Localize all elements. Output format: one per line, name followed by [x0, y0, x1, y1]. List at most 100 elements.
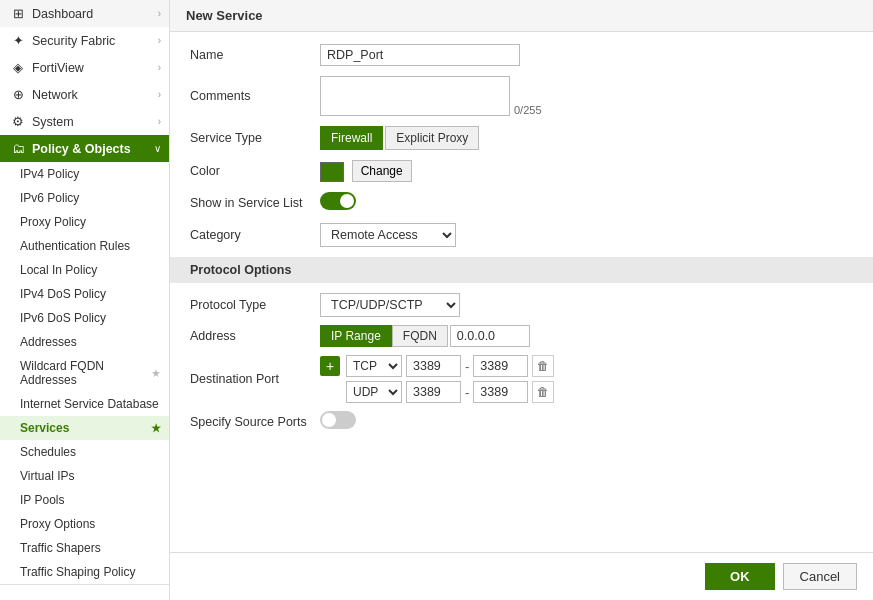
color-row: Color Change	[190, 160, 853, 182]
label: Wildcard FQDN Addresses	[20, 359, 151, 387]
protocol-type-row: Protocol Type TCP/UDP/SCTP	[190, 293, 853, 317]
sidebar-sub-item-traffic-shapers[interactable]: Traffic Shapers	[0, 536, 169, 560]
new-service-dialog: New Service Name Comments 0/255 Service	[170, 0, 873, 600]
ip-address-input[interactable]	[450, 325, 530, 347]
sidebar-sub-item-virtual-ips[interactable]: Virtual IPs	[0, 464, 169, 488]
comments-row: Comments 0/255	[190, 76, 853, 116]
address-row: Address IP Range FQDN	[190, 325, 853, 347]
sidebar-sub-item-proxy-options[interactable]: Proxy Options	[0, 512, 169, 536]
specify-source-ports-row: Specify Source Ports	[190, 411, 853, 432]
category-row: Category Remote Access	[190, 223, 853, 247]
sidebar-item-label: System	[32, 115, 74, 129]
security-fabric-icon: ✦	[10, 33, 26, 48]
label: Proxy Policy	[20, 215, 86, 229]
char-count: 0/255	[514, 104, 542, 116]
port-from-tcp[interactable]	[406, 355, 461, 377]
label: IPv4 DoS Policy	[20, 287, 106, 301]
fortiview-icon: ◈	[10, 60, 26, 75]
port-protocol-select-udp[interactable]: UDP TCP SCTP	[346, 381, 402, 403]
sidebar-sub-item-internet-svc-db[interactable]: Internet Service Database	[0, 392, 169, 416]
color-label: Color	[190, 164, 320, 178]
name-row: Name	[190, 44, 853, 66]
delete-port-row-btn-udp[interactable]: 🗑	[532, 381, 554, 403]
sidebar-sub-item-addresses[interactable]: Addresses	[0, 330, 169, 354]
star-icon[interactable]: ★	[151, 422, 161, 435]
show-in-service-toggle[interactable]	[320, 192, 356, 210]
delete-port-row-btn-tcp[interactable]: 🗑	[532, 355, 554, 377]
sidebar-item-network[interactable]: ⊕ Network ›	[0, 81, 169, 108]
label: Traffic Shapers	[20, 541, 101, 555]
label: Virtual IPs	[20, 469, 74, 483]
chevron-icon: ›	[158, 8, 161, 19]
firewall-btn[interactable]: Firewall	[320, 126, 383, 150]
sidebar-item-label: Network	[32, 88, 78, 102]
sidebar-sub-item-wildcard-fqdn[interactable]: Wildcard FQDN Addresses ★	[0, 354, 169, 392]
dest-port-control: + TCP UDP SCTP - 🗑	[320, 355, 853, 403]
sidebar-sub-item-ipv4-dos[interactable]: IPv4 DoS Policy	[0, 282, 169, 306]
add-port-btn[interactable]: +	[320, 356, 340, 376]
sidebar-sub-item-local-in-policy[interactable]: Local In Policy	[0, 258, 169, 282]
port-from-udp[interactable]	[406, 381, 461, 403]
port-row-tcp: TCP UDP SCTP - 🗑	[346, 355, 554, 377]
service-type-row: Service Type Firewall Explicit Proxy	[190, 126, 853, 150]
label: Addresses	[20, 335, 77, 349]
sidebar-item-label: Dashboard	[32, 7, 93, 21]
explicit-proxy-btn[interactable]: Explicit Proxy	[385, 126, 479, 150]
protocol-type-select[interactable]: TCP/UDP/SCTP	[320, 293, 460, 317]
label: Internet Service Database	[20, 397, 159, 411]
sidebar-sub-item-ipv6-policy[interactable]: IPv6 Policy	[0, 186, 169, 210]
category-select[interactable]: Remote Access	[320, 223, 456, 247]
chevron-icon: ›	[158, 89, 161, 100]
sidebar-sub-item-ip-pools[interactable]: IP Pools	[0, 488, 169, 512]
show-in-service-list-row: Show in Service List	[190, 192, 853, 213]
sidebar-sub-item-ipv6-dos[interactable]: IPv6 DoS Policy	[0, 306, 169, 330]
sidebar-sub-item-auth-rules[interactable]: Authentication Rules	[0, 234, 169, 258]
label: IPv6 Policy	[20, 191, 79, 205]
policy-objects-icon: 🗂	[10, 141, 26, 156]
label: Local In Policy	[20, 263, 97, 277]
sidebar-sub-item-traffic-shaping-policy[interactable]: Traffic Shaping Policy	[0, 560, 169, 584]
dashboard-icon: ⊞	[10, 6, 26, 21]
color-swatch	[320, 162, 344, 182]
label: Authentication Rules	[20, 239, 130, 253]
address-label: Address	[190, 329, 320, 343]
service-type-control: Firewall Explicit Proxy	[320, 126, 853, 150]
protocol-type-label: Protocol Type	[190, 298, 320, 312]
star-icon[interactable]: ★	[151, 367, 161, 380]
color-control: Change	[320, 160, 853, 182]
specify-source-ports-toggle[interactable]	[320, 411, 356, 429]
toggle-slider-source	[320, 411, 356, 429]
cancel-button[interactable]: Cancel	[783, 563, 857, 590]
sidebar-item-dashboard[interactable]: ⊞ Dashboard ›	[0, 0, 169, 27]
sidebar-sub-item-proxy-policy[interactable]: Proxy Policy	[0, 210, 169, 234]
sidebar-sub-item-ipv4-policy[interactable]: IPv4 Policy	[0, 162, 169, 186]
ip-range-tab[interactable]: IP Range	[320, 325, 392, 347]
port-to-udp[interactable]	[473, 381, 528, 403]
show-in-service-list-label: Show in Service List	[190, 196, 320, 210]
sidebar-item-fortiview[interactable]: ◈ FortiView ›	[0, 54, 169, 81]
comments-textarea[interactable]	[320, 76, 510, 116]
system-icon: ⚙	[10, 114, 26, 129]
sidebar-item-security-profiles[interactable]: 🛡 Security Profiles ›	[0, 593, 169, 600]
dialog-footer: OK Cancel	[170, 552, 873, 600]
sidebar-item-system[interactable]: ⚙ System ›	[0, 108, 169, 135]
form-body: Name Comments 0/255 Service Type Firewal	[170, 32, 873, 552]
name-label: Name	[190, 48, 320, 62]
port-dash-udp: -	[465, 385, 469, 400]
sidebar-item-label: Security Fabric	[32, 34, 115, 48]
port-to-tcp[interactable]	[473, 355, 528, 377]
change-color-btn[interactable]: Change	[352, 160, 412, 182]
protocol-options-header: Protocol Options	[170, 257, 873, 283]
sidebar-sub-item-services[interactable]: Services ★	[0, 416, 169, 440]
label: Proxy Options	[20, 517, 95, 531]
dialog-title: New Service	[170, 0, 873, 32]
fqdn-tab[interactable]: FQDN	[392, 325, 448, 347]
sidebar-sub-item-schedules[interactable]: Schedules	[0, 440, 169, 464]
port-protocol-select-tcp[interactable]: TCP UDP SCTP	[346, 355, 402, 377]
sidebar-item-policy-objects[interactable]: 🗂 Policy & Objects ∨	[0, 135, 169, 162]
ok-button[interactable]: OK	[705, 563, 775, 590]
name-input[interactable]	[320, 44, 520, 66]
sidebar-item-security-fabric[interactable]: ✦ Security Fabric ›	[0, 27, 169, 54]
port-row-udp: UDP TCP SCTP - 🗑	[346, 381, 554, 403]
name-control	[320, 44, 853, 66]
